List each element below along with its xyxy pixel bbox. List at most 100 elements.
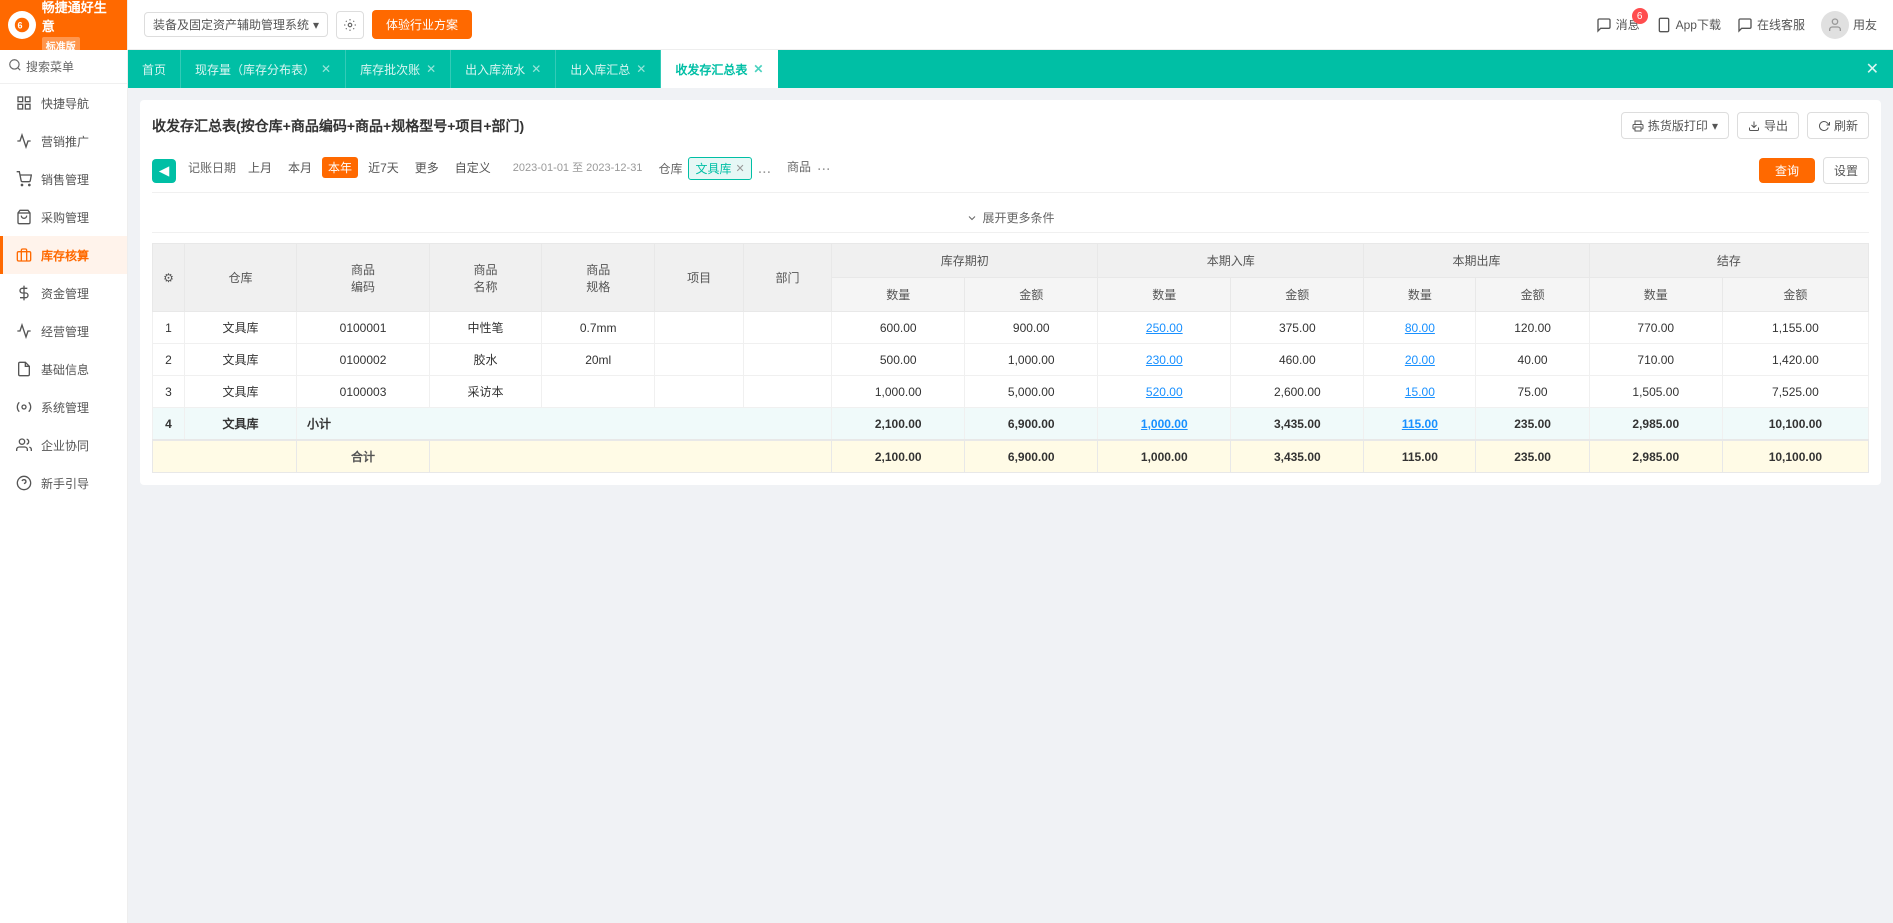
online-service-btn[interactable]: 在线客服 [1737,16,1805,33]
expand-more-button[interactable]: 展开更多条件 [152,203,1869,233]
warehouse-col-header: 仓库 [185,244,297,312]
system-selector[interactable]: 装备及固定资产辅助管理系统 ▾ [144,12,328,37]
table-footer-row: 合计 2,100.00 6,900.00 1,000.00 3,435.00 1… [153,440,1869,473]
subtotal-in-qty: 1,000.00 [1098,408,1231,441]
tab-close-recv-send[interactable]: ✕ [753,62,763,76]
footer-out-amt: 235.00 [1476,440,1589,473]
table-row: 3 文具库 0100003 采访本 1,000.00 5,000.00 520.… [153,376,1869,408]
tab-batch[interactable]: 库存批次账 ✕ [346,50,451,88]
settings-button[interactable] [336,11,364,39]
tab-inout-summary[interactable]: 出入库汇总 ✕ [556,50,661,88]
date-tab-this-month[interactable]: 本月 [282,157,318,178]
sidebar-item-system[interactable]: 系统管理 [0,388,127,426]
sidebar-item-finance[interactable]: 资金管理 [0,274,127,312]
date-tab-this-year[interactable]: 本年 [322,157,358,178]
purchase-icon [15,208,33,226]
svg-text:6: 6 [17,21,22,31]
sidebar-sales-label: 销售管理 [41,171,89,188]
sidebar-item-sales[interactable]: 销售管理 [0,160,127,198]
tab-close-inout-summary[interactable]: ✕ [636,62,646,76]
tab-bar-close[interactable]: ✕ [1852,59,1893,79]
sales-icon [15,170,33,188]
user-label: 用友 [1853,16,1877,33]
tab-inout-flow[interactable]: 出入库流水 ✕ [451,50,556,88]
in-amt-header: 金额 [1231,278,1364,312]
out-amt-header: 金额 [1476,278,1589,312]
sidebar-item-purchase[interactable]: 采购管理 [0,198,127,236]
row-dept [743,344,831,376]
row-closing-amt: 7,525.00 [1722,376,1868,408]
tab-close-batch[interactable]: ✕ [426,62,436,76]
goods-spec-col-header: 商品规格 [542,244,655,312]
date-filter-group: 记账日期 上月 本月 本年 近7天 更多 自定义 [188,157,497,178]
top-header: 装备及固定资产辅助管理系统 ▾ 体验行业方案 消息 6 App下载 [128,0,1893,50]
trial-button[interactable]: 体验行业方案 [372,10,472,39]
table-settings-icon[interactable]: ⚙ [163,271,174,285]
footer-in-amt: 3,435.00 [1231,440,1364,473]
tab-inventory-dist[interactable]: 现存量（库存分布表） ✕ [181,50,346,88]
main-card: 收发存汇总表(按仓库+商品编码+商品+规格型号+项目+部门) 拣货版打印 ▾ 导… [140,100,1881,485]
refresh-label: 刷新 [1834,117,1858,134]
sidebar-search[interactable]: 搜索菜单 [0,50,127,84]
print-chevron: ▾ [1712,119,1718,133]
date-tab-7days[interactable]: 近7天 [362,157,405,178]
row-opening-qty: 600.00 [832,312,965,344]
row-opening-qty: 500.00 [832,344,965,376]
warehouse-tag-close[interactable]: ✕ [735,162,744,175]
warehouse-more-dots[interactable]: ... [758,160,771,178]
filter-collapse-button[interactable]: ◀ [152,159,176,183]
messages-btn[interactable]: 消息 6 [1596,16,1640,33]
row-goods-code: 0100003 [297,376,430,408]
sidebar-item-inventory[interactable]: 库存核算 [0,236,127,274]
refresh-button[interactable]: 刷新 [1807,112,1869,139]
tab-home[interactable]: 首页 [128,50,181,88]
goods-more-dots[interactable]: ... [817,157,830,175]
row-opening-amt: 900.00 [965,312,1098,344]
sidebar-basic-label: 基础信息 [41,361,89,378]
sidebar-item-guide[interactable]: 新手引导 [0,464,127,502]
row-out-qty[interactable]: 15.00 [1364,376,1476,408]
sidebar-item-operation[interactable]: 经营管理 [0,312,127,350]
sidebar-item-basic[interactable]: 基础信息 [0,350,127,388]
subtotal-in-amt: 3,435.00 [1231,408,1364,441]
logo-icon: 6 [8,11,36,39]
date-tab-more[interactable]: 更多 [409,157,445,178]
date-tab-custom[interactable]: 自定义 [449,157,497,178]
row-out-qty[interactable]: 80.00 [1364,312,1476,344]
date-tab-last-month[interactable]: 上月 [242,157,278,178]
row-in-qty[interactable]: 230.00 [1098,344,1231,376]
row-in-qty[interactable]: 250.00 [1098,312,1231,344]
row-opening-qty: 1,000.00 [832,376,965,408]
page-content: 收发存汇总表(按仓库+商品编码+商品+规格型号+项目+部门) 拣货版打印 ▾ 导… [128,88,1893,923]
subtotal-out-amt: 235.00 [1476,408,1589,441]
filter-settings-button[interactable]: 设置 [1823,157,1869,184]
settings-col-header[interactable]: ⚙ [153,244,185,312]
sidebar-item-quick-nav[interactable]: 快捷导航 [0,84,127,122]
row-out-amt: 120.00 [1476,312,1589,344]
warehouse-tag: 文具库 ✕ [688,157,751,180]
row-goods-name: 中性笔 [430,312,542,344]
out-qty-header: 数量 [1364,278,1476,312]
subtotal-out-qty: 115.00 [1364,408,1476,441]
footer-label2: 合计 [297,440,430,473]
tab-close-inventory-dist[interactable]: ✕ [321,62,331,76]
tab-recv-send-summary[interactable]: 收发存汇总表 ✕ [661,50,778,88]
row-out-qty[interactable]: 20.00 [1364,344,1476,376]
online-service-label: 在线客服 [1757,16,1805,33]
export-button[interactable]: 导出 [1737,112,1799,139]
sidebar-marketing-label: 营销推广 [41,133,89,150]
row-warehouse: 文具库 [185,376,297,408]
in-group-header: 本期入库 [1098,244,1364,278]
row-in-qty[interactable]: 520.00 [1098,376,1231,408]
row-seq: 1 [153,312,185,344]
closing-qty-header: 数量 [1589,278,1722,312]
sidebar-item-marketing[interactable]: 营销推广 [0,122,127,160]
tab-close-inout-flow[interactable]: ✕ [531,62,541,76]
query-button[interactable]: 查询 [1759,158,1815,183]
sidebar-item-collab[interactable]: 企业协同 [0,426,127,464]
row-dept [743,312,831,344]
app-download-btn[interactable]: App下载 [1656,16,1721,33]
user-btn[interactable]: 用友 [1821,11,1877,39]
main-area: 装备及固定资产辅助管理系统 ▾ 体验行业方案 消息 6 App下载 [128,0,1893,923]
print-button[interactable]: 拣货版打印 ▾ [1621,112,1729,139]
